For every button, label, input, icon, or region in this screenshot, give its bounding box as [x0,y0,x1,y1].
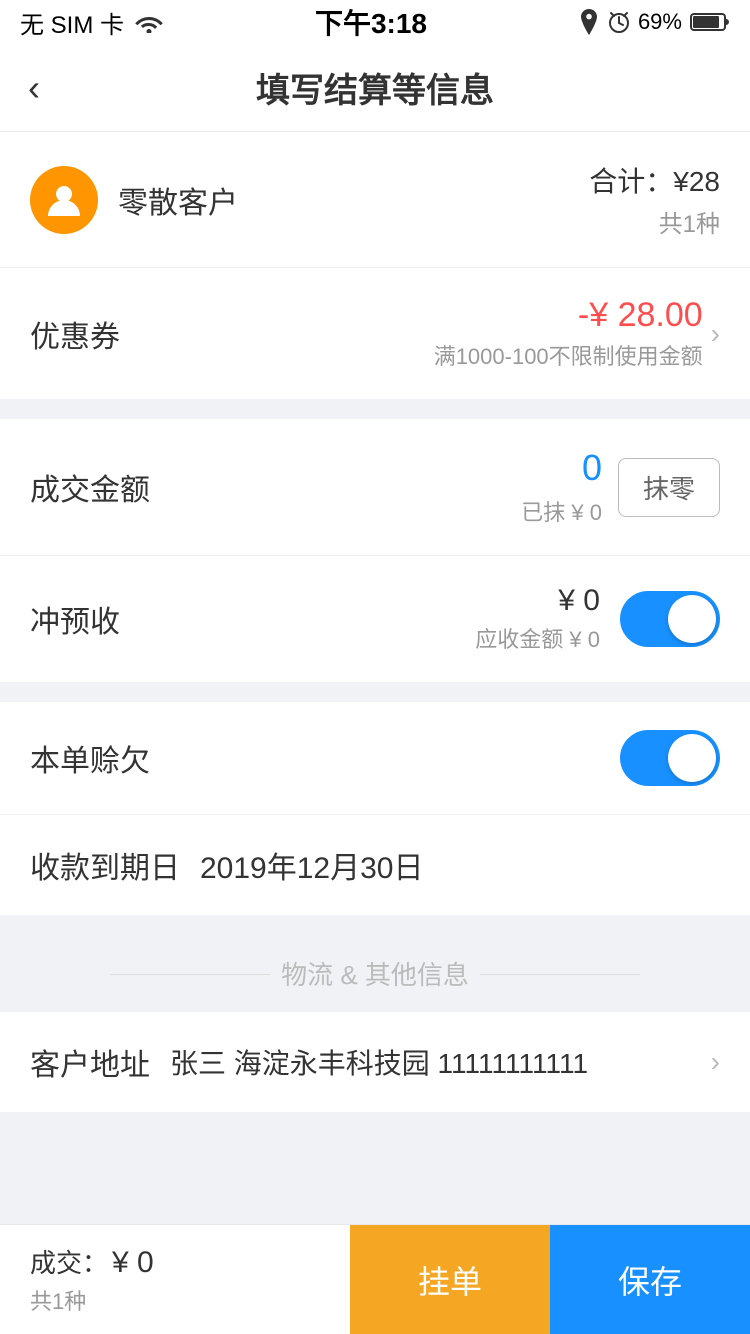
customer-info: 零散客户 [30,166,238,234]
toggle-knob [668,595,716,643]
status-right: 69% [578,9,730,35]
address-section: 客户地址 张三 海淀永丰科技园 11111111111 › [0,1012,750,1112]
prepay-row: 冲预收 ¥ 0 应收金额 ¥ 0 [0,555,750,682]
coupon-amount: -¥ 28.00 [434,296,703,335]
bottom-deal-row: 成交： ¥ 0 [30,1243,320,1280]
coupon-info: -¥ 28.00 满1000-100不限制使用金额 [434,296,703,371]
customer-summary: 合计：¥28 共1种 [589,160,720,239]
debt-label: 本单赊欠 [30,736,150,780]
deal-amount-row: 成交金额 0 已抹 ¥ 0 抹零 [0,419,750,555]
duedate-value: 2019年12月30日 [200,843,423,887]
coupon-row[interactable]: 优惠券 -¥ 28.00 满1000-100不限制使用金额 › [0,267,750,399]
page-title: 填写结算等信息 [256,63,494,112]
deal-amount-wrap: 0 已抹 ¥ 0 [521,447,602,527]
customer-section: 零散客户 合计：¥28 共1种 优惠券 -¥ 28.00 满1000-100不限… [0,132,750,399]
address-row[interactable]: 客户地址 张三 海淀永丰科技园 11111111111 › [0,1012,750,1112]
person-icon [44,180,84,220]
status-time: 下午3:18 [315,2,427,42]
deal-amount-value: 0 [521,447,602,489]
status-left: 无 SIM 卡 [20,5,164,40]
prepay-label: 冲预收 [30,597,120,641]
status-bar: 无 SIM 卡 下午3:18 69% [0,0,750,44]
address-value: 张三 海淀永丰科技园 11111111111 [170,1042,711,1082]
divider-label: 物流 & 其他信息 [30,955,720,992]
hang-button[interactable]: 挂单 [350,1225,550,1334]
prepay-amount-wrap: ¥ 0 应收金额 ¥ 0 [475,584,600,654]
no-sim-text: 无 SIM 卡 [20,5,124,40]
deal-amount-label: 成交金额 [30,465,150,509]
location-icon [578,9,600,35]
customer-name: 零散客户 [118,178,238,222]
prepay-receivable: 应收金额 ¥ 0 [475,622,600,654]
battery-text: 69% [638,9,682,35]
prepay-toggle[interactable] [620,591,720,647]
address-chevron-icon: › [711,1046,720,1078]
customer-count: 共1种 [589,204,720,239]
debt-section: 本单赊欠 收款到期日 2019年12月30日 [0,702,750,915]
deal-amount-sub: 已抹 ¥ 0 [521,495,602,527]
coupon-desc: 满1000-100不限制使用金额 [434,339,703,371]
debt-toggle[interactable] [620,730,720,786]
customer-avatar [30,166,98,234]
coupon-label: 优惠券 [30,312,120,356]
wifi-icon [134,11,164,33]
customer-total: 合计：¥28 [589,160,720,200]
bottom-count: 共1种 [30,1284,320,1316]
save-button[interactable]: 保存 [550,1225,750,1334]
duedate-label: 收款到期日 [30,843,180,887]
nav-bar: ‹ 填写结算等信息 [0,44,750,132]
bottom-bar: 成交： ¥ 0 共1种 挂单 保存 [0,1224,750,1334]
bottom-deal-label: 成交： [30,1243,108,1280]
customer-row: 零散客户 合计：¥28 共1种 [0,132,750,267]
prepay-amount: ¥ 0 [475,584,600,618]
amount-section: 成交金额 0 已抹 ¥ 0 抹零 冲预收 ¥ 0 应收金额 ¥ 0 [0,419,750,682]
divider-section: 物流 & 其他信息 [0,935,750,1012]
chevron-right-icon: › [711,318,720,350]
content: 零散客户 合计：¥28 共1种 优惠券 -¥ 28.00 满1000-100不限… [0,132,750,1332]
address-label: 客户地址 [30,1040,150,1084]
duedate-row: 收款到期日 2019年12月30日 [0,814,750,915]
deal-amount-right: 0 已抹 ¥ 0 抹零 [521,447,720,527]
battery-icon [690,11,730,33]
bottom-deal-amount: ¥ 0 [112,1246,154,1280]
prepay-right: ¥ 0 应收金额 ¥ 0 [475,584,720,654]
alarm-icon [608,9,630,35]
debt-row: 本单赊欠 [0,702,750,814]
debt-toggle-knob [668,734,716,782]
round-zero-button[interactable]: 抹零 [618,458,720,517]
back-button[interactable]: ‹ [28,67,40,109]
bottom-info: 成交： ¥ 0 共1种 [0,1243,350,1316]
coupon-right: -¥ 28.00 满1000-100不限制使用金额 › [434,296,720,371]
